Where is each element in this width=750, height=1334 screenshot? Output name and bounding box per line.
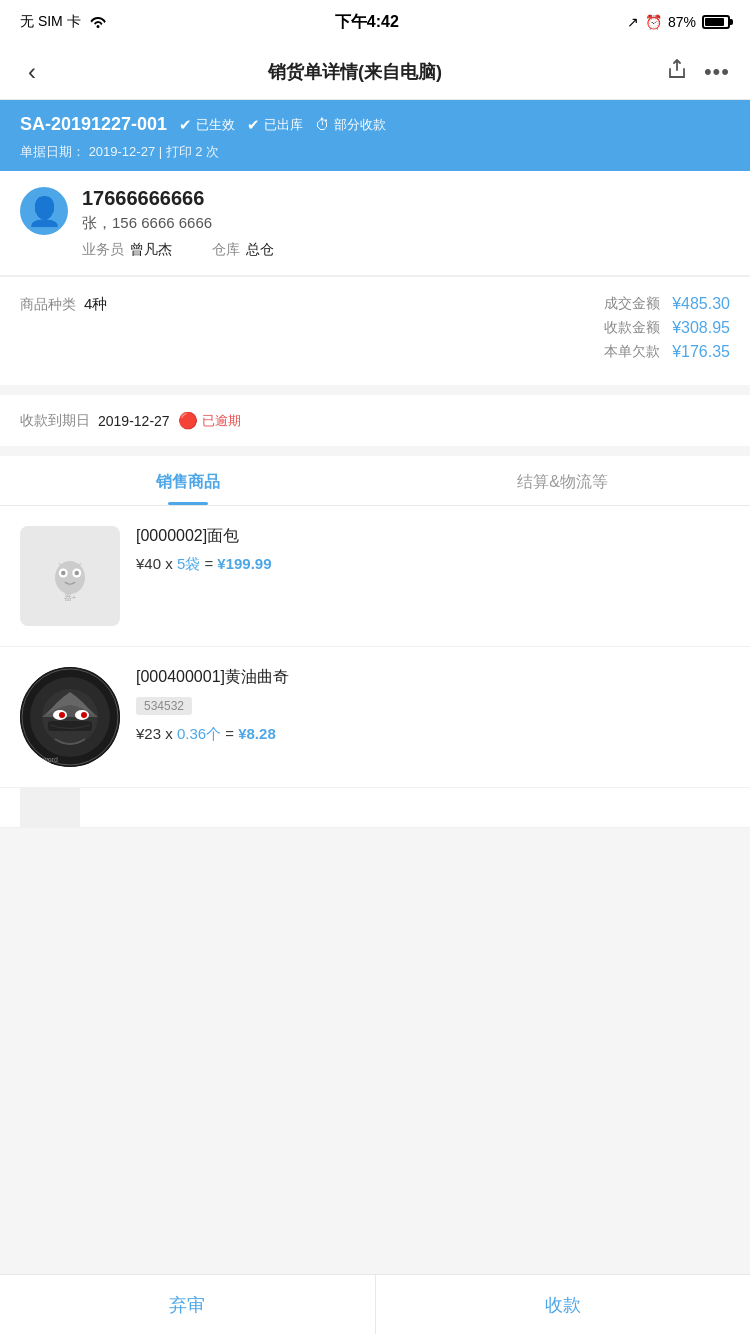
price-x-1: x [165,555,177,572]
customer-avatar: 👤 [20,187,68,235]
share-icon[interactable] [666,58,688,85]
status-time: 下午4:42 [335,12,399,33]
customer-id: 17666666666 [82,187,730,210]
date-value: 2019-12-27 [89,144,156,159]
status-right: ↗ ⏰ 87% [627,14,730,30]
back-button[interactable]: ‹ [20,50,44,94]
product-info-2: [000400001]黄油曲奇 534532 ¥23 x 0.36个 = ¥8.… [136,667,730,744]
amount-row: 成交金额 ¥485.30 [604,295,730,313]
page-title: 销货单详情(来自电脑) [268,60,442,84]
stats-section: 商品种类 4种 成交金额 ¥485.30 收款金额 ¥308.95 本单欠款 ¥… [0,277,750,395]
due-label: 收款到期日 [20,412,90,430]
stats-left: 商品种类 4种 [20,295,107,367]
customer-meta: 业务员 曾凡杰 仓库 总仓 [82,241,730,259]
debt-value: ¥176.35 [672,343,730,361]
price-eq-1: = [204,555,217,572]
header-banner: SA-20191227-001 ✔ 已生效 ✔ 已出库 ⏱ 部分收款 单据日期：… [0,100,750,171]
svg-point-1 [55,561,85,594]
collect-button[interactable]: 收款 [376,1275,751,1334]
customer-info: 17666666666 张，156 6666 6666 业务员 曾凡杰 仓库 总… [82,187,730,259]
svg-point-13 [81,712,87,718]
warehouse-value: 总仓 [246,241,274,259]
nav-bar: ‹ 销货单详情(来自电脑) ••• [0,44,750,100]
debt-label: 本单欠款 [604,343,660,361]
kind-item: 商品种类 4种 [20,295,107,314]
tab-settlement[interactable]: 结算&物流等 [375,456,750,505]
list-item: bossword [000400001]黄油曲奇 534532 ¥23 x 0.… [0,647,750,788]
stats-right: 成交金额 ¥485.30 收款金额 ¥308.95 本单欠款 ¥176.35 [604,295,730,367]
price-total-1: ¥199.99 [217,555,271,572]
bottom-bar: 弃审 收款 [0,1274,750,1334]
product-price-1: ¥40 x 5袋 = ¥199.99 [136,555,730,574]
overdue-icon: 🔴 [178,411,198,430]
alarm-icon: ⏰ [645,14,662,30]
kind-label: 商品种类 [20,296,76,314]
due-date: 2019-12-27 [98,413,170,429]
battery-percent: 87% [668,14,696,30]
kind-value: 4种 [84,295,107,314]
received-row: 收款金额 ¥308.95 [604,319,730,337]
more-icon[interactable]: ••• [704,59,730,85]
svg-point-5 [75,571,80,576]
customer-section: 👤 17666666666 张，156 6666 6666 业务员 曾凡杰 仓库… [0,171,750,276]
product-thumb-1: 器+ [20,526,120,626]
wifi-icon [89,14,107,31]
due-section: 收款到期日 2019-12-27 🔴 已逾期 [0,395,750,456]
product-list: 器+ [0000002]面包 ¥40 x 5袋 = ¥199.99 [0,506,750,828]
sim-status: 无 SIM 卡 [20,13,81,31]
price-eq-2: = [225,725,238,742]
order-id: SA-20191227-001 [20,114,167,135]
customer-name-phone: 张，156 6666 6666 [82,214,730,233]
banner-date-row: 单据日期： 2019-12-27 | 打印 2 次 [20,143,730,161]
product-price-2: ¥23 x 0.36个 = ¥8.28 [136,725,730,744]
overdue-badge: 🔴 已逾期 [178,411,241,430]
print-info: | 打印 2 次 [159,144,219,159]
svg-text:bossword: bossword [28,756,58,763]
list-item-partial [0,788,750,828]
salesperson-value: 曾凡杰 [130,241,172,259]
badge-effective: ✔ 已生效 [179,116,235,134]
location-icon: ↗ [627,14,639,30]
svg-point-4 [61,571,66,576]
product-name-1: [0000002]面包 [136,526,730,547]
tab-sales-products[interactable]: 销售商品 [0,456,375,505]
cancel-button[interactable]: 弃审 [0,1275,376,1334]
warehouse-item: 仓库 总仓 [212,241,274,259]
tabs-section: 销售商品 结算&物流等 [0,456,750,506]
product-name-2: [000400001]黄油曲奇 [136,667,730,688]
salesperson-item: 业务员 曾凡杰 [82,241,172,259]
badge-partial: ⏱ 部分收款 [315,116,386,134]
amount-value: ¥485.30 [672,295,730,313]
product-thumb-2: bossword [20,667,120,767]
product-info-1: [0000002]面包 ¥40 x 5袋 = ¥199.99 [136,526,730,574]
battery-icon [702,15,730,29]
product-sku-2: 534532 [136,697,192,715]
list-item: 器+ [0000002]面包 ¥40 x 5袋 = ¥199.99 [0,506,750,647]
banner-row1: SA-20191227-001 ✔ 已生效 ✔ 已出库 ⏱ 部分收款 [20,114,730,135]
badge-shipped: ✔ 已出库 [247,116,303,134]
price-qty-2: 0.36个 [177,725,225,742]
nav-actions: ••• [666,58,730,85]
received-label: 收款金额 [604,319,660,337]
status-bar: 无 SIM 卡 下午4:42 ↗ ⏰ 87% [0,0,750,44]
debt-row: 本单欠款 ¥176.35 [604,343,730,361]
overdue-text: 已逾期 [202,412,241,430]
warehouse-label: 仓库 [212,241,240,259]
bottom-spacer [0,828,750,888]
price-base-2: ¥23 [136,725,161,742]
price-total-2: ¥8.28 [238,725,276,742]
price-base-1: ¥40 [136,555,161,572]
svg-text:器+: 器+ [64,593,77,602]
received-value: ¥308.95 [672,319,730,337]
date-label: 单据日期： [20,144,85,159]
status-left: 无 SIM 卡 [20,13,107,31]
amount-label: 成交金额 [604,295,660,313]
salesperson-label: 业务员 [82,241,124,259]
svg-point-12 [59,712,65,718]
price-qty-1: 5袋 [177,555,205,572]
thumb-placeholder-1: 器+ [20,526,120,626]
price-x-2: x [165,725,177,742]
avatar-icon: 👤 [27,195,62,228]
